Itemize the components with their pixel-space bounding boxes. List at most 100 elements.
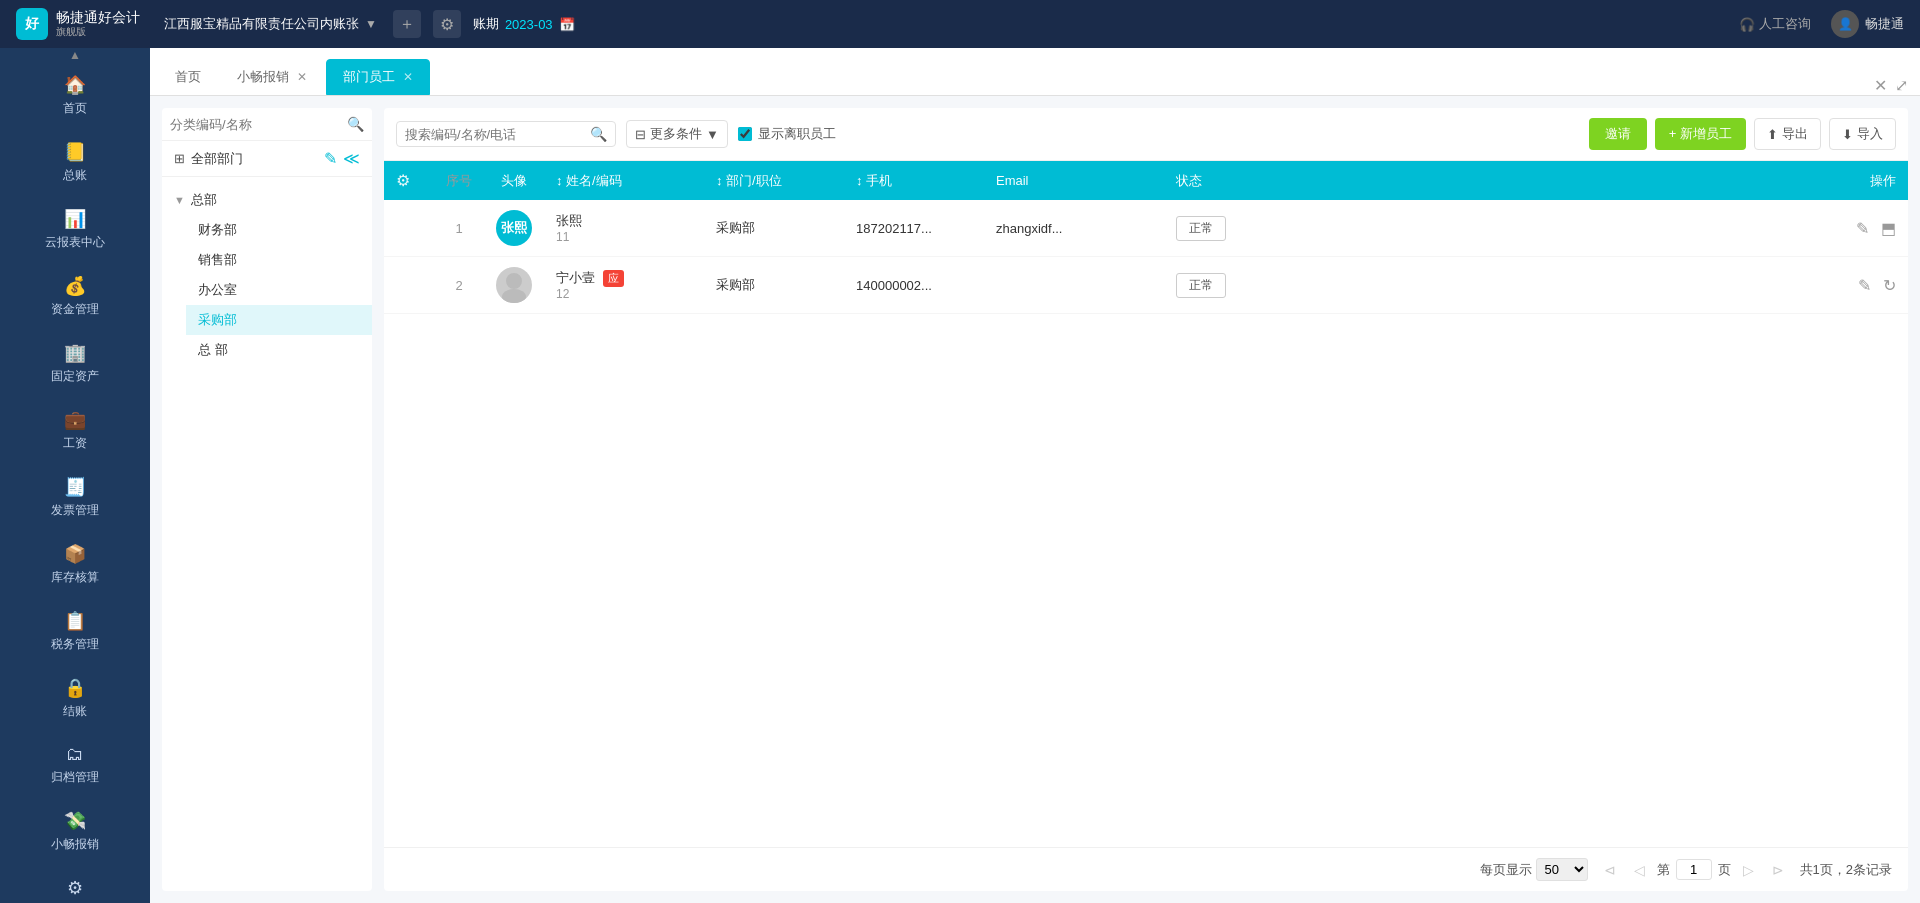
sidebar-item-payroll[interactable]: 💼 工资 [0, 397, 150, 464]
total-info: 共1页，2条记录 [1800, 861, 1892, 879]
ledger-icon: 📒 [64, 141, 86, 163]
emp-name-2: 宁小壹 应 [556, 269, 692, 287]
logout-icon-1[interactable]: ⬒ [1881, 219, 1896, 238]
next-page-button[interactable]: ▷ [1737, 860, 1760, 880]
th-action: 操作 [1284, 161, 1908, 200]
emp-toolbar-right: 邀请 + 新增员工 ⬆ 导出 ⬇ 导入 [1589, 118, 1896, 150]
avatar: 👤 [1831, 10, 1859, 38]
dept-node-office[interactable]: 办公室 [186, 275, 372, 305]
tab-expense[interactable]: 小畅报销 ✕ [220, 59, 324, 95]
sidebar-item-assets[interactable]: 🏢 固定资产 [0, 330, 150, 397]
emp-search-input[interactable] [405, 127, 584, 142]
dept-node-procurement[interactable]: 采购部 [186, 305, 372, 335]
period-selector[interactable]: 账期 2023-03 📅 [473, 15, 575, 33]
more-filter-button[interactable]: ⊟ 更多条件 ▼ [626, 120, 728, 148]
prev-page-button[interactable]: ◁ [1628, 860, 1651, 880]
dept-node-sales[interactable]: 销售部 [186, 245, 372, 275]
export-button[interactable]: ⬆ 导出 [1754, 118, 1821, 150]
table-gear-icon[interactable]: ⚙ [396, 172, 410, 189]
tab-expand-button[interactable]: ⤢ [1895, 76, 1908, 95]
sidebar-item-tax[interactable]: 📋 税务管理 [0, 598, 150, 665]
tab-actions: ✕ ⤢ [1874, 76, 1920, 95]
sidebar-item-ledger[interactable]: 📒 总账 [0, 129, 150, 196]
edit-icon-2[interactable]: ✎ [1858, 276, 1871, 295]
tab-department-close-icon[interactable]: ✕ [403, 70, 413, 84]
add-employee-button[interactable]: + 新增员工 [1655, 118, 1746, 150]
sidebar-item-archive[interactable]: 🗂 归档管理 [0, 732, 150, 798]
tab-expense-close-icon[interactable]: ✕ [297, 70, 307, 84]
dept-search-input[interactable] [170, 117, 347, 132]
tab-department[interactable]: 部门员工 ✕ [326, 59, 430, 95]
edit-icon-1[interactable]: ✎ [1856, 219, 1869, 238]
import-button[interactable]: ⬇ 导入 [1829, 118, 1896, 150]
th-phone[interactable]: ↕ 手机 [844, 161, 984, 200]
sidebar-item-inventory[interactable]: 📦 库存核算 [0, 531, 150, 598]
sidebar-label-assets: 固定资产 [51, 368, 99, 385]
add-button[interactable]: ＋ [393, 10, 421, 38]
td-action-2: ✎ ↻ [1284, 257, 1908, 314]
user-menu[interactable]: 👤 畅捷通 [1831, 10, 1904, 38]
td-avatar-2 [484, 257, 544, 314]
expense-icon: 💸 [64, 810, 86, 832]
tab-home[interactable]: 首页 [158, 59, 218, 95]
dept-tree: ▼ 总部 财务部 销售部 办公室 采购 [162, 177, 372, 891]
dept-edit-icon[interactable]: ✎ [324, 149, 337, 168]
sidebar-scroll-up[interactable]: ▲ [0, 48, 150, 62]
th-name-label: ↕ 姓名/编码 [556, 173, 622, 188]
sidebar-item-reports[interactable]: 📊 云报表中心 [0, 196, 150, 263]
settings-button[interactable]: ⚙ [433, 10, 461, 38]
td-no-2: 2 [434, 257, 484, 314]
sidebar-label-ledger: 总账 [63, 167, 87, 184]
page-suffix: 页 [1718, 861, 1731, 879]
sidebar-item-capital[interactable]: 💰 资金管理 [0, 263, 150, 330]
sidebar-label-tax: 税务管理 [51, 636, 99, 653]
refresh-icon-2[interactable]: ↻ [1883, 276, 1896, 295]
first-page-button[interactable]: ⊲ [1598, 860, 1622, 880]
avatar-circle-1: 张熙 [496, 210, 532, 246]
th-email: Email [984, 161, 1164, 200]
emp-toolbar: 🔍 ⊟ 更多条件 ▼ 显示离职员工 邀请 + 新增员工 [384, 108, 1908, 161]
th-name[interactable]: ↕ 姓名/编码 [544, 161, 704, 200]
page-size-dropdown[interactable]: 10 20 50 100 [1536, 858, 1588, 881]
td-dept-1: 采购部 [704, 200, 844, 257]
last-page-button[interactable]: ⊳ [1766, 860, 1790, 880]
table-header-row: ⚙ 序号 头像 ↕ 姓名/编码 ↕ 部门/职位 [384, 161, 1908, 200]
user-name: 畅捷通 [1865, 15, 1904, 33]
dept-collapse-icon[interactable]: ≪ [343, 149, 360, 168]
dept-all-header[interactable]: ⊞ 全部部门 ✎ ≪ [162, 141, 372, 177]
emp-badge-2: 应 [603, 270, 624, 287]
company-selector[interactable]: 江西服宝精品有限责任公司内账张 ▼ [164, 15, 377, 33]
sidebar-label-capital: 资金管理 [51, 301, 99, 318]
logo-edition: 旗舰版 [56, 25, 140, 39]
sidebar-label-invoice: 发票管理 [51, 502, 99, 519]
page-input[interactable] [1676, 859, 1712, 880]
content-area: 首页 小畅报销 ✕ 部门员工 ✕ ✕ ⤢ 🔍 [150, 48, 1920, 903]
action-icons-2: ✎ ↻ [1296, 276, 1896, 295]
td-status-1: 正常 [1164, 200, 1284, 257]
emp-table-wrapper: ⚙ 序号 头像 ↕ 姓名/编码 ↕ 部门/职位 [384, 161, 1908, 847]
dept-node-finance[interactable]: 财务部 [186, 215, 372, 245]
th-dept[interactable]: ↕ 部门/职位 [704, 161, 844, 200]
td-name-1: 张熙 11 [544, 200, 704, 257]
show-resigned-checkbox[interactable]: 显示离职员工 [738, 125, 836, 143]
show-resigned-label: 显示离职员工 [758, 125, 836, 143]
dept-node-label-general: 总 部 [198, 341, 228, 359]
page-label: 第 [1657, 861, 1670, 879]
closing-icon: 🔒 [64, 677, 86, 699]
service-button[interactable]: 🎧 人工咨询 [1739, 15, 1811, 33]
dept-node-headquarter[interactable]: ▼ 总部 [162, 185, 372, 215]
invite-button[interactable]: 邀请 [1589, 118, 1647, 150]
sidebar-item-invoice[interactable]: 🧾 发票管理 [0, 464, 150, 531]
more-filter-label: 更多条件 [650, 125, 702, 143]
sidebar-item-expense[interactable]: 💸 小畅报销 [0, 798, 150, 865]
show-resigned-input[interactable] [738, 127, 752, 141]
emp-search-box: 🔍 [396, 121, 616, 147]
sidebar-item-home[interactable]: 🏠 首页 [0, 62, 150, 129]
sidebar-item-settings[interactable]: ⚙ 基础设置 [0, 865, 150, 903]
page-size-label: 每页显示 [1480, 861, 1532, 879]
tab-close-button[interactable]: ✕ [1874, 76, 1887, 95]
sidebar-item-closing[interactable]: 🔒 结账 [0, 665, 150, 732]
dept-node-general[interactable]: 总 部 [186, 335, 372, 365]
td-phone-1: 187202117... [844, 200, 984, 257]
sidebar-label-payroll: 工资 [63, 435, 87, 452]
